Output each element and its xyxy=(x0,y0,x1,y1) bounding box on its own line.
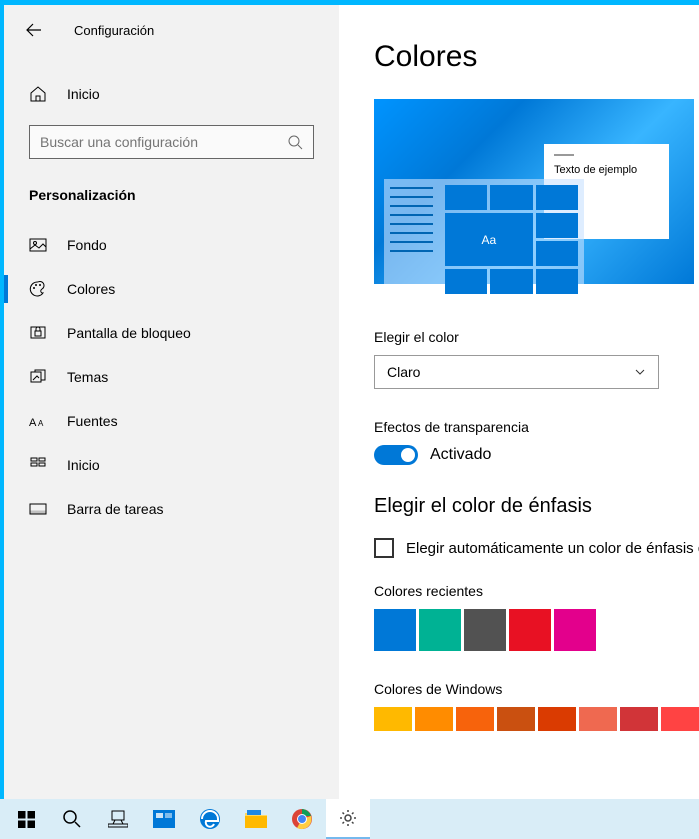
nav-label: Fondo xyxy=(67,237,107,253)
nav-item-fuentes[interactable]: AA Fuentes xyxy=(4,399,339,443)
preview-drag-handle xyxy=(554,154,574,156)
taskbar-explorer[interactable] xyxy=(234,799,278,839)
preview-text: Texto de ejemplo xyxy=(554,164,637,176)
nav-label: Colores xyxy=(67,281,115,297)
recent-colors xyxy=(374,609,699,651)
color-swatch[interactable] xyxy=(456,707,494,731)
svg-text:A: A xyxy=(29,417,37,428)
accent-header: Elegir el color de énfasis xyxy=(374,495,699,518)
picture-icon xyxy=(29,236,47,254)
nav-label: Fuentes xyxy=(67,413,118,429)
search-icon xyxy=(287,134,303,150)
nav-item-pantalla-bloqueo[interactable]: Pantalla de bloqueo xyxy=(4,311,339,355)
chevron-down-icon xyxy=(634,366,646,378)
nav-item-temas[interactable]: Temas xyxy=(4,355,339,399)
lockscreen-icon xyxy=(29,324,47,342)
settings-window: Configuración Inicio Personalización Fon… xyxy=(0,5,699,799)
preview-start-menu: Aa xyxy=(384,179,584,284)
auto-accent-row: Elegir automáticamente un color de énfas… xyxy=(374,538,699,558)
nav-label: Pantalla de bloqueo xyxy=(67,325,191,341)
nav-label: Temas xyxy=(67,369,108,385)
home-link[interactable]: Inicio xyxy=(4,73,339,115)
transparency-state: Activado xyxy=(430,446,491,464)
taskbar-settings[interactable] xyxy=(326,799,370,839)
search-input[interactable] xyxy=(40,134,287,150)
color-mode-select[interactable]: Claro xyxy=(374,355,659,389)
home-icon xyxy=(29,85,47,103)
color-swatch[interactable] xyxy=(464,609,506,651)
task-view-button[interactable] xyxy=(96,799,140,839)
main-content: Colores Texto de ejemplo Aa Elegir el xyxy=(339,5,699,799)
taskbar-icon xyxy=(29,500,47,518)
color-swatch[interactable] xyxy=(374,609,416,651)
color-swatch[interactable] xyxy=(620,707,658,731)
color-swatch[interactable] xyxy=(419,609,461,651)
taskbar-app-1[interactable] xyxy=(142,799,186,839)
svg-text:A: A xyxy=(38,419,44,428)
color-swatch[interactable] xyxy=(509,609,551,651)
taskbar-edge[interactable] xyxy=(188,799,232,839)
taskbar xyxy=(0,799,699,839)
color-swatch[interactable] xyxy=(579,707,617,731)
start-button[interactable] xyxy=(4,799,48,839)
color-swatch[interactable] xyxy=(538,707,576,731)
transparency-toggle[interactable] xyxy=(374,445,418,465)
windows-colors-label: Colores de Windows xyxy=(374,681,699,697)
transparency-row: Activado xyxy=(374,445,699,465)
transparency-label: Efectos de transparencia xyxy=(374,419,699,435)
auto-accent-label: Elegir automáticamente un color de énfas… xyxy=(406,540,699,557)
color-swatch[interactable] xyxy=(497,707,535,731)
themes-icon xyxy=(29,368,47,386)
nav-item-barra-tareas[interactable]: Barra de tareas xyxy=(4,487,339,531)
search-button[interactable] xyxy=(50,799,94,839)
nav-label: Barra de tareas xyxy=(67,501,164,517)
nav-item-inicio[interactable]: Inicio xyxy=(4,443,339,487)
window-title: Configuración xyxy=(74,23,154,38)
category-header: Personalización xyxy=(4,177,339,223)
palette-icon xyxy=(29,280,47,298)
page-title: Colores xyxy=(374,40,699,74)
color-swatch[interactable] xyxy=(415,707,453,731)
fonts-icon: AA xyxy=(29,412,47,430)
sidebar: Configuración Inicio Personalización Fon… xyxy=(4,5,339,799)
nav-item-colores[interactable]: Colores xyxy=(4,267,339,311)
search-box[interactable] xyxy=(29,125,314,159)
search-container xyxy=(4,115,339,177)
preview-tile-aa: Aa xyxy=(445,213,533,266)
theme-preview: Texto de ejemplo Aa xyxy=(374,99,694,284)
windows-colors xyxy=(374,707,699,731)
color-swatch[interactable] xyxy=(661,707,699,731)
titlebar: Configuración xyxy=(4,5,339,55)
home-label: Inicio xyxy=(67,86,100,102)
taskbar-chrome[interactable] xyxy=(280,799,324,839)
recent-colors-label: Colores recientes xyxy=(374,583,699,599)
auto-accent-checkbox[interactable] xyxy=(374,538,394,558)
color-swatch[interactable] xyxy=(554,609,596,651)
start-icon xyxy=(29,456,47,474)
nav-item-fondo[interactable]: Fondo xyxy=(4,223,339,267)
color-swatch[interactable] xyxy=(374,707,412,731)
choose-color-label: Elegir el color xyxy=(374,329,699,345)
back-button[interactable] xyxy=(24,20,44,40)
nav-label: Inicio xyxy=(67,457,100,473)
select-value: Claro xyxy=(387,364,420,380)
